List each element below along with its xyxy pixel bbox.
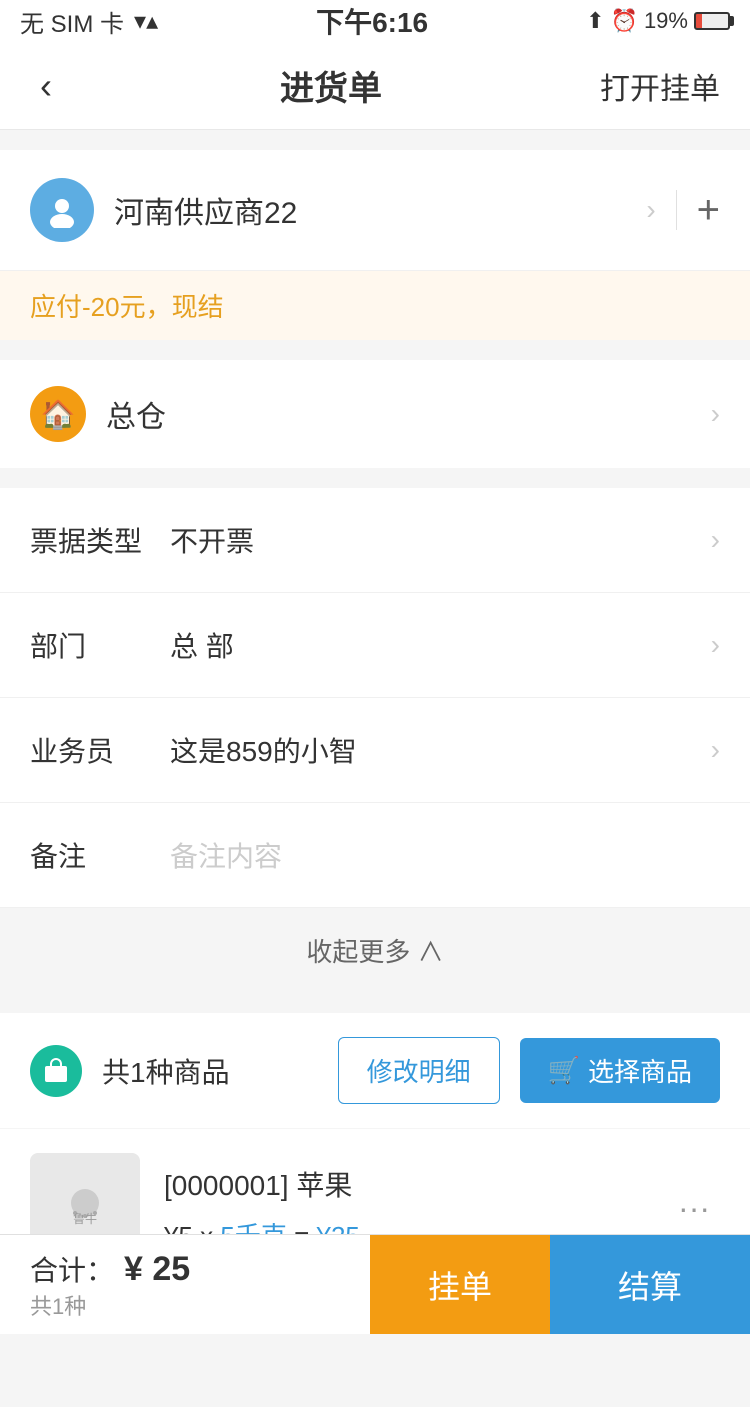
cart-icon: 🛒 [548, 1055, 580, 1086]
alarm-icon: ⏰ [611, 8, 638, 34]
warehouse-chevron-icon: › [711, 398, 720, 430]
warehouse-name: 总仓 [106, 392, 711, 436]
total-sub-text: 共1种 [30, 1289, 340, 1321]
page-title: 进货单 [280, 61, 382, 110]
add-supplier-button[interactable]: + [697, 188, 720, 233]
status-bar-left: 无 SIM 卡 ▾▴ [20, 4, 158, 39]
battery-percent: 19% [644, 8, 688, 34]
location-icon: ⬆ [586, 8, 604, 34]
bottom-bar: 合计： ¥ 25 共1种 挂单 结算 [0, 1234, 750, 1334]
invoice-type-chevron-icon: › [711, 524, 720, 556]
department-row[interactable]: 部门 总 部 › [0, 593, 750, 698]
remarks-label: 备注 [30, 835, 170, 875]
sales-rep-label: 业务员 [30, 730, 170, 770]
back-button[interactable]: ‹ [30, 55, 62, 117]
warehouse-icon: 🏠 [30, 386, 86, 442]
sim-label: 无 SIM 卡 [20, 4, 124, 39]
section-gap-3 [0, 468, 750, 488]
remarks-input[interactable]: 备注内容 [170, 835, 720, 875]
status-bar: 无 SIM 卡 ▾▴ 下午6:16 ⬆ ⏰ 19% [0, 0, 750, 42]
hang-order-button[interactable]: 挂单 [370, 1235, 550, 1334]
supplier-row[interactable]: 河南供应商22 › + [0, 150, 750, 271]
invoice-type-value: 不开票 [170, 520, 701, 560]
product-name: [0000001] 苹果 [164, 1164, 668, 1204]
status-bar-right: ⬆ ⏰ 19% [586, 8, 730, 34]
status-time: 下午6:16 [316, 1, 428, 41]
sales-rep-row[interactable]: 业务员 这是859的小智 › [0, 698, 750, 803]
svg-text:鲁牛: 鲁牛 [73, 1211, 97, 1226]
open-hang-button[interactable]: 打开挂单 [600, 64, 720, 108]
products-header: 共1种商品 修改明细 🛒 选择商品 [0, 1013, 750, 1128]
select-product-button[interactable]: 🛒 选择商品 [520, 1038, 720, 1103]
notice-bar: 应付-20元，现结 [0, 271, 750, 340]
section-gap-2 [0, 340, 750, 360]
supplier-chevron-icon: › [646, 194, 655, 226]
sales-rep-value: 这是859的小智 [170, 730, 701, 770]
collapse-toggle[interactable]: 收起更多 ∧ [0, 908, 750, 993]
invoice-type-row[interactable]: 票据类型 不开票 › [0, 488, 750, 593]
product-more-button[interactable]: ··· [668, 1180, 720, 1237]
form-section: 票据类型 不开票 › 部门 总 部 › 业务员 这是859的小智 › 备注 备注… [0, 488, 750, 908]
checkout-button[interactable]: 结算 [550, 1235, 750, 1334]
department-value: 总 部 [170, 625, 701, 665]
section-gap-1 [0, 130, 750, 150]
total-label-row: 合计： ¥ 25 [30, 1249, 340, 1289]
warehouse-row[interactable]: 🏠 总仓 › [0, 360, 750, 468]
vertical-divider [676, 190, 677, 230]
total-section: 合计： ¥ 25 共1种 [0, 1235, 370, 1334]
department-chevron-icon: › [711, 629, 720, 661]
total-amount: ¥ 25 [124, 1250, 190, 1289]
edit-detail-button[interactable]: 修改明细 [338, 1037, 500, 1104]
department-label: 部门 [30, 625, 170, 665]
invoice-type-label: 票据类型 [30, 520, 170, 560]
products-bag-icon [30, 1045, 82, 1097]
wifi-icon: ▾▴ [134, 7, 158, 36]
remarks-row[interactable]: 备注 备注内容 [0, 803, 750, 908]
supplier-avatar [30, 178, 94, 242]
section-gap-4 [0, 993, 750, 1013]
battery-icon [694, 12, 730, 30]
supplier-section: 河南供应商22 › + 应付-20元，现结 [0, 150, 750, 340]
sales-rep-chevron-icon: › [711, 734, 720, 766]
products-count-text: 共1种商品 [102, 1051, 318, 1091]
nav-bar: ‹ 进货单 打开挂单 [0, 42, 750, 130]
total-label-text: 合计： [30, 1249, 114, 1289]
supplier-name: 河南供应商22 [114, 188, 646, 232]
